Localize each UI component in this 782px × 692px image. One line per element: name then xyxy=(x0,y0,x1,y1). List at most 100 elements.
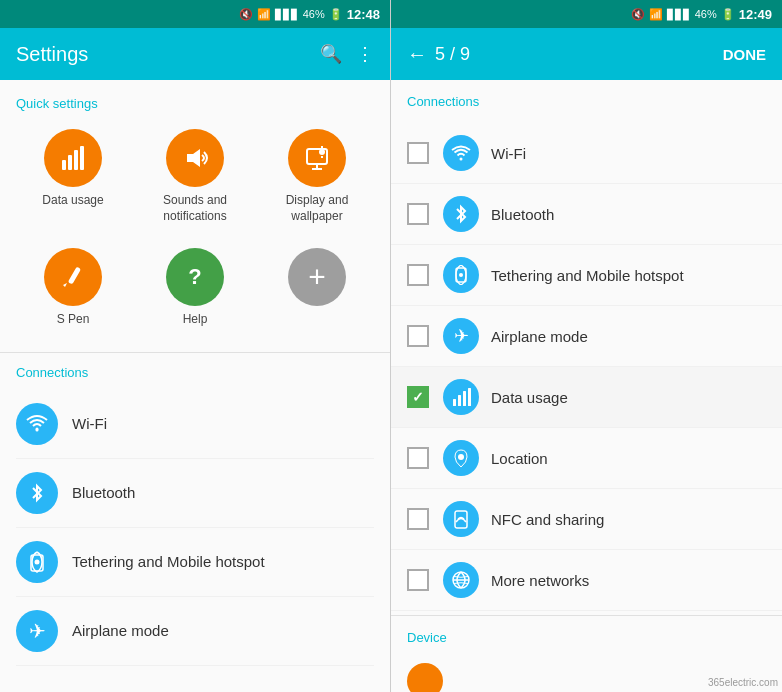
right-nfc-icon xyxy=(443,501,479,537)
right-item-wifi[interactable]: Wi-Fi xyxy=(391,123,782,184)
right-item-tethering[interactable]: Tethering and Mobile hotspot xyxy=(391,245,782,306)
list-item-wifi[interactable]: Wi-Fi xyxy=(16,390,374,459)
back-button[interactable]: ← xyxy=(407,43,427,66)
qs-add-icon: + xyxy=(288,248,346,306)
quick-settings-grid: Data usage Sounds and notifications xyxy=(16,121,374,336)
qs-spen[interactable]: S Pen xyxy=(16,240,130,336)
device-section-label: Device xyxy=(407,630,766,645)
checkbox-more-networks[interactable] xyxy=(407,569,429,591)
mute-icon-right: 🔇 xyxy=(631,8,645,21)
tethering-list-label: Tethering and Mobile hotspot xyxy=(72,553,265,570)
header-left: Settings 🔍 ⋮ xyxy=(0,28,390,80)
qs-display-icon xyxy=(288,129,346,187)
right-bluetooth-label: Bluetooth xyxy=(491,206,554,223)
list-item-airplane[interactable]: ✈ Airplane mode xyxy=(16,597,374,666)
tethering-list-icon xyxy=(16,541,58,583)
left-panel: 🔇 📶 ▊▊▊ 46% 🔋 12:48 Settings 🔍 ⋮ Quick s… xyxy=(0,0,391,692)
qs-data-usage[interactable]: Data usage xyxy=(16,121,130,232)
checkbox-location[interactable] xyxy=(407,447,429,469)
qs-display[interactable]: Display and wallpaper xyxy=(260,121,374,232)
more-icon[interactable]: ⋮ xyxy=(356,43,374,65)
right-item-more-networks[interactable]: More networks xyxy=(391,550,782,611)
svg-rect-22 xyxy=(463,391,466,406)
checkbox-nfc[interactable] xyxy=(407,508,429,530)
wifi-list-label: Wi-Fi xyxy=(72,415,107,432)
svg-rect-23 xyxy=(468,388,471,406)
right-item-data-usage[interactable]: Data usage xyxy=(391,367,782,428)
device-section: Device xyxy=(391,615,782,659)
svg-point-8 xyxy=(319,149,325,155)
done-button[interactable]: DONE xyxy=(723,46,766,63)
right-more-networks-icon xyxy=(443,562,479,598)
right-data-usage-icon xyxy=(443,379,479,415)
right-item-location[interactable]: Location xyxy=(391,428,782,489)
battery-indicator-left: 🔋 xyxy=(329,8,343,21)
svg-point-16 xyxy=(35,559,40,564)
svg-marker-4 xyxy=(187,149,200,167)
svg-point-17 xyxy=(460,158,463,161)
svg-rect-0 xyxy=(62,160,66,170)
qs-data-usage-label: Data usage xyxy=(42,193,103,209)
qs-data-usage-icon xyxy=(44,129,102,187)
list-item-tethering[interactable]: Tethering and Mobile hotspot xyxy=(16,528,374,597)
search-icon[interactable]: 🔍 xyxy=(320,43,342,65)
qs-spen-label: S Pen xyxy=(57,312,90,328)
divider-left xyxy=(0,352,390,353)
svg-rect-11 xyxy=(68,267,81,285)
qs-help[interactable]: ? Help xyxy=(138,240,252,336)
svg-point-14 xyxy=(36,428,39,431)
connections-section-right: Connections xyxy=(391,80,782,123)
qs-add[interactable]: + xyxy=(260,240,374,336)
device-first-icon xyxy=(407,663,443,692)
wifi-icon-left: 📶 xyxy=(257,8,271,21)
bluetooth-list-label: Bluetooth xyxy=(72,484,135,501)
time-right: 12:49 xyxy=(739,7,772,22)
battery-indicator-right: 🔋 xyxy=(721,8,735,21)
svg-point-19 xyxy=(459,273,463,277)
svg-marker-12 xyxy=(63,283,67,287)
airplane-list-icon: ✈ xyxy=(16,610,58,652)
header-right: ← 5 / 9 DONE xyxy=(391,28,782,80)
battery-right: 46% xyxy=(695,8,717,20)
qs-help-label: Help xyxy=(183,312,208,328)
airplane-list-label: Airplane mode xyxy=(72,622,169,639)
right-item-nfc[interactable]: NFC and sharing xyxy=(391,489,782,550)
svg-rect-1 xyxy=(68,155,72,170)
mute-icon: 🔇 xyxy=(239,8,253,21)
qs-display-label: Display and wallpaper xyxy=(264,193,370,224)
right-data-usage-label: Data usage xyxy=(491,389,568,406)
right-item-airplane[interactable]: ✈ Airplane mode xyxy=(391,306,782,367)
right-nfc-label: NFC and sharing xyxy=(491,511,604,528)
svg-rect-20 xyxy=(453,399,456,406)
time-left: 12:48 xyxy=(347,7,380,22)
checkbox-wifi[interactable] xyxy=(407,142,429,164)
signal-icon-right: ▊▊▊ xyxy=(667,9,691,20)
checkbox-tethering[interactable] xyxy=(407,264,429,286)
connections-label-right: Connections xyxy=(407,94,766,109)
checkbox-airplane[interactable] xyxy=(407,325,429,347)
checkbox-data-usage[interactable] xyxy=(407,386,429,408)
right-content: Connections Wi-Fi Bluet xyxy=(391,80,782,692)
right-item-bluetooth[interactable]: Bluetooth xyxy=(391,184,782,245)
watermark: 365electric.com xyxy=(708,677,778,688)
svg-point-24 xyxy=(458,454,464,460)
bluetooth-list-icon xyxy=(16,472,58,514)
status-bar-right: 🔇 📶 ▊▊▊ 46% 🔋 12:49 xyxy=(391,0,782,28)
right-location-icon xyxy=(443,440,479,476)
checkbox-bluetooth[interactable] xyxy=(407,203,429,225)
wifi-icon-right: 📶 xyxy=(649,8,663,21)
svg-rect-2 xyxy=(74,150,78,170)
right-bluetooth-icon xyxy=(443,196,479,232)
qs-spen-icon xyxy=(44,248,102,306)
right-location-label: Location xyxy=(491,450,548,467)
right-tethering-icon xyxy=(443,257,479,293)
qs-sounds[interactable]: Sounds and notifications xyxy=(138,121,252,232)
pagination-label: 5 / 9 xyxy=(435,44,723,65)
right-wifi-label: Wi-Fi xyxy=(491,145,526,162)
right-wifi-icon xyxy=(443,135,479,171)
right-airplane-label: Airplane mode xyxy=(491,328,588,345)
svg-text:?: ? xyxy=(188,264,201,289)
list-item-bluetooth[interactable]: Bluetooth xyxy=(16,459,374,528)
signal-icon-left: ▊▊▊ xyxy=(275,9,299,20)
svg-rect-25 xyxy=(455,511,467,528)
